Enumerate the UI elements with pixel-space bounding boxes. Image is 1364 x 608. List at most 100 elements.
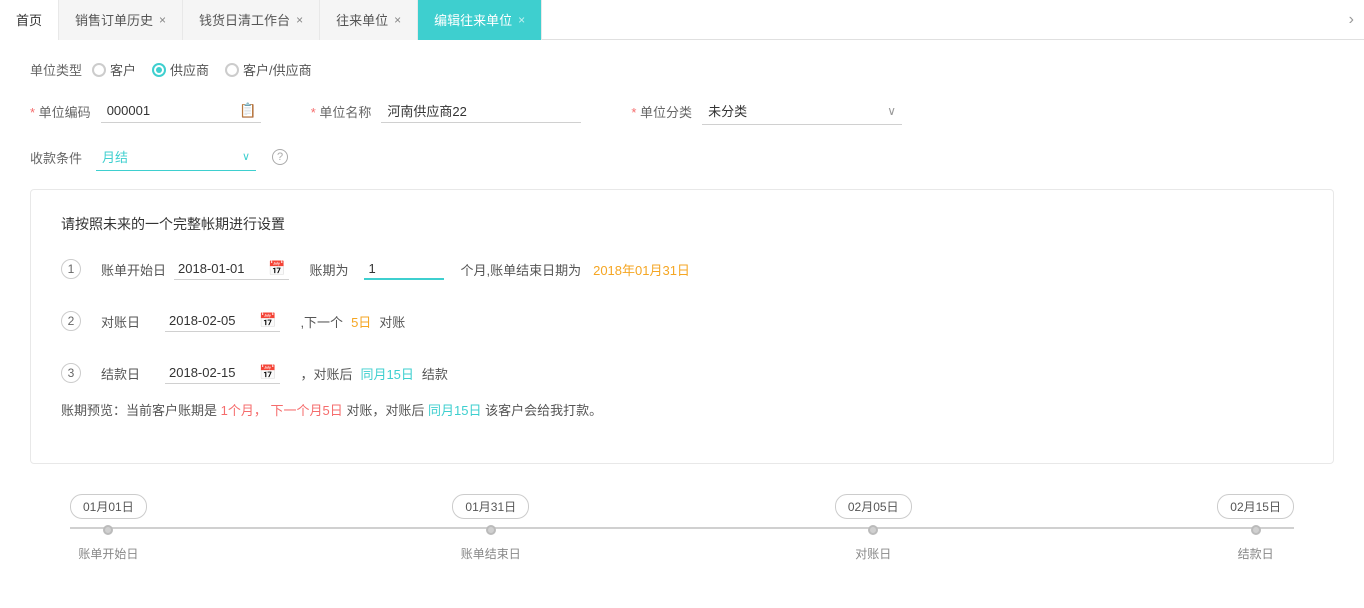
timeline-dot-3	[868, 525, 878, 535]
tab-partner-label: 往来单位	[336, 10, 388, 29]
row-label-1: 账单开始日	[101, 260, 166, 279]
timeline-dot-4	[1251, 525, 1261, 535]
row-label-3: 结款日	[101, 364, 157, 383]
settings-row-3: 3 结款日 📅 ，对账后 同月15日 结款	[61, 362, 1303, 384]
unit-code-icon[interactable]: 📋	[235, 102, 260, 119]
reconcile-suffix: 对账	[379, 312, 405, 331]
timeline-point-1: 01月01日 账单开始日	[70, 494, 147, 562]
date-field-3[interactable]	[169, 365, 259, 380]
unit-type-label: 单位类型	[30, 60, 82, 79]
tab-cash-work-close[interactable]: ×	[296, 13, 303, 27]
timeline-point-3: 02月05日 对账日	[835, 494, 912, 562]
preview-part2: 下一个月5日	[271, 403, 343, 418]
timeline-bubble-4: 02月15日	[1217, 494, 1294, 519]
payment-terms-help-icon[interactable]: ?	[272, 149, 288, 165]
payment-terms-row: 收款条件 月结 ∨ ?	[30, 143, 1334, 171]
payment-day: 同月15日	[360, 364, 413, 383]
unit-name-label: 单位名称	[311, 102, 372, 121]
settings-title: 请按照未来的一个完整帐期进行设置	[61, 214, 1303, 234]
tab-partner[interactable]: 往来单位 ×	[320, 0, 418, 40]
row-label-2: 对账日	[101, 312, 157, 331]
date-input-3: 📅	[165, 362, 280, 384]
timeline-point-2: 01月31日 账单结束日	[452, 494, 529, 562]
unit-class-value: 未分类	[708, 101, 887, 120]
date-field-1[interactable]	[178, 261, 268, 276]
payment-terms-select[interactable]: 月结 ∨	[96, 143, 256, 171]
period-suffix-1: 个月,账单结束日期为	[460, 260, 581, 279]
tab-sales-order-close[interactable]: ×	[159, 13, 166, 27]
row-num-2: 2	[61, 311, 81, 331]
settings-box: 请按照未来的一个完整帐期进行设置 1 账单开始日 📅 账期为 个月,账单结束日期…	[30, 189, 1334, 464]
radio-both-circle	[225, 63, 239, 77]
payment-prefix: ，对账后	[300, 364, 352, 383]
settings-row-1: 1 账单开始日 📅 账期为 个月,账单结束日期为 2018年01月31日	[61, 258, 1303, 280]
tab-partner-close[interactable]: ×	[394, 13, 401, 27]
unit-class-label: 单位分类	[631, 102, 692, 121]
unit-type-row: 单位类型 客户 供应商 客户/供应商	[30, 60, 1334, 79]
tab-sales-order-label: 销售订单历史	[75, 10, 153, 29]
radio-customer[interactable]: 客户	[92, 60, 136, 79]
timeline-bubble-1: 01月01日	[70, 494, 147, 519]
timeline-dot-1	[103, 525, 113, 535]
unit-code-wrapper: 📋	[101, 99, 261, 123]
unit-class-select[interactable]: 未分类 ∨	[702, 97, 902, 125]
radio-supplier-label: 供应商	[170, 60, 209, 79]
payment-terms-value: 月结	[102, 147, 242, 166]
period-end-date: 2018年01月31日	[593, 260, 690, 279]
unit-fields-row: 单位编码 📋 单位名称 单位分类 未分类 ∨	[30, 97, 1334, 125]
payment-suffix: 结款	[422, 364, 448, 383]
radio-customer-label: 客户	[110, 60, 136, 79]
unit-name-input[interactable]	[381, 99, 581, 123]
radio-customer-circle	[92, 63, 106, 77]
timeline-sublabel-4: 结款日	[1238, 545, 1274, 562]
calendar-icon-2[interactable]: 📅	[259, 312, 276, 329]
date-input-1: 📅	[174, 258, 289, 280]
tab-sales-order[interactable]: 销售订单历史 ×	[59, 0, 183, 40]
timeline-sublabel-2: 账单结束日	[461, 545, 521, 562]
page-content: 单位类型 客户 供应商 客户/供应商 单位编码 📋 单位名称 单位分类	[0, 40, 1364, 608]
reconcile-prefix: ,下一个	[300, 312, 343, 331]
period-prefix: 账期为	[309, 260, 348, 279]
radio-both[interactable]: 客户/供应商	[225, 60, 312, 79]
tab-home[interactable]: 首页	[0, 0, 59, 40]
timeline-points: 01月01日 账单开始日 01月31日 账单结束日 02月05日 对账日 02月…	[70, 494, 1294, 562]
timeline-sublabel-3: 对账日	[855, 545, 891, 562]
tab-home-label: 首页	[16, 10, 42, 29]
radio-supplier[interactable]: 供应商	[152, 60, 209, 79]
tabs-bar: 首页 销售订单历史 × 钱货日清工作台 × 往来单位 × 编辑往来单位 × ›	[0, 0, 1364, 40]
radio-both-label: 客户/供应商	[243, 60, 312, 79]
calendar-icon-3[interactable]: 📅	[259, 364, 276, 381]
preview-label: 账期预览：当前客户账期是	[61, 403, 217, 418]
date-input-2: 📅	[165, 310, 280, 332]
timeline-wrapper: 01月01日 账单开始日 01月31日 账单结束日 02月05日 对账日 02月…	[30, 484, 1334, 572]
preview-part5: 该客户会给我打款。	[485, 403, 602, 418]
preview-part4: 同月15日	[428, 403, 481, 418]
preview-text: 账期预览：当前客户账期是 1个月， 下一个月5日 对账，对账后 同月15日 该客…	[61, 400, 1303, 419]
payment-terms-arrow: ∨	[242, 150, 250, 163]
tab-cash-work[interactable]: 钱货日清工作台 ×	[183, 0, 320, 40]
timeline-bubble-3: 02月05日	[835, 494, 912, 519]
unit-code-input[interactable]	[101, 99, 236, 122]
tab-cash-work-label: 钱货日清工作台	[199, 10, 290, 29]
timeline-dot-2	[486, 525, 496, 535]
preview-section: 账期预览：当前客户账期是 1个月， 下一个月5日 对账，对账后 同月15日 该客…	[61, 400, 1303, 419]
tab-edit-partner[interactable]: 编辑往来单位 ×	[418, 0, 542, 40]
date-field-2[interactable]	[169, 313, 259, 328]
settings-row-2: 2 对账日 📅 ,下一个 5日 对账	[61, 310, 1303, 332]
tab-edit-partner-label: 编辑往来单位	[434, 10, 512, 29]
timeline-point-4: 02月15日 结款日	[1217, 494, 1294, 562]
preview-part3: 对账，对账后	[346, 403, 424, 418]
unit-class-arrow: ∨	[887, 104, 896, 118]
period-input[interactable]	[364, 259, 444, 280]
row-num-1: 1	[61, 259, 81, 279]
unit-code-label: 单位编码	[30, 102, 91, 121]
timeline-bubble-2: 01月31日	[452, 494, 529, 519]
unit-type-radio-group: 客户 供应商 客户/供应商	[92, 60, 312, 79]
calendar-icon-1[interactable]: 📅	[268, 260, 285, 277]
tab-edit-partner-close[interactable]: ×	[518, 13, 525, 27]
reconcile-day: 5日	[351, 312, 371, 331]
payment-terms-label: 收款条件	[30, 148, 82, 167]
preview-part1: 1个月，	[221, 403, 267, 418]
radio-supplier-circle	[152, 63, 166, 77]
tab-expand-icon[interactable]: ›	[1339, 11, 1364, 29]
